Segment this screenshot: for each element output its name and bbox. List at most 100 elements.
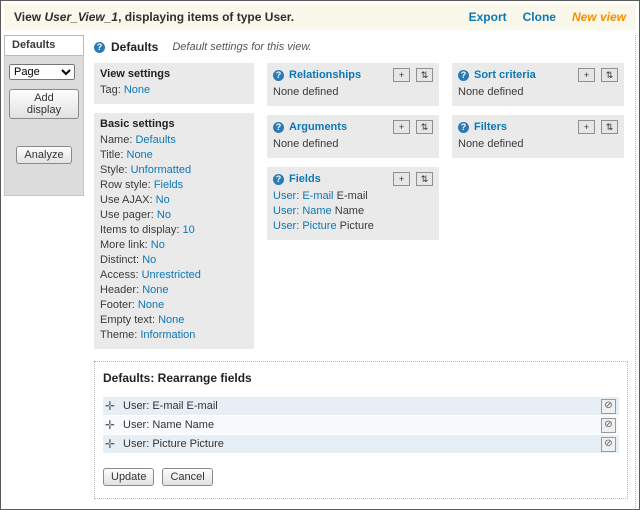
- setting-value-link[interactable]: No: [151, 239, 165, 251]
- empty-text: None defined: [458, 138, 524, 150]
- field-label: E-mail: [336, 190, 368, 202]
- setting-row: Theme: Information: [100, 328, 248, 343]
- help-icon[interactable]: ?: [273, 121, 284, 133]
- rearrange-fields-section: Defaults: Rearrange fields ✛ User: E-mai…: [94, 361, 628, 499]
- rearrange-sorts-button[interactable]: ⇅: [601, 68, 618, 82]
- setting-value-link[interactable]: No: [157, 209, 171, 221]
- rearrange-filters-button[interactable]: ⇅: [601, 120, 618, 134]
- drag-handle-icon[interactable]: ✛: [105, 399, 123, 413]
- filters-title-link[interactable]: Filters: [474, 121, 507, 133]
- tag-setting: Tag: None: [100, 83, 248, 98]
- setting-value-link[interactable]: Information: [140, 329, 195, 341]
- add-sort-button[interactable]: +: [578, 68, 595, 82]
- setting-value-link[interactable]: Defaults: [135, 134, 175, 146]
- display-controls-panel: Page Add display Analyze: [4, 56, 84, 196]
- rearrange-fields-button[interactable]: ⇅: [416, 172, 433, 186]
- settings-grid: View settings Tag: None Basic settings N…: [94, 63, 628, 358]
- relationships-title-link[interactable]: Relationships: [289, 69, 361, 81]
- basic-settings-title: Basic settings: [100, 118, 175, 130]
- help-icon[interactable]: ?: [458, 121, 469, 133]
- drag-handle-icon[interactable]: ✛: [105, 418, 123, 432]
- setting-value-link[interactable]: No: [142, 254, 156, 266]
- setting-row: Empty text: None: [100, 313, 248, 328]
- field-item: User: Name Name: [273, 204, 433, 219]
- remove-field-icon[interactable]: ⊘: [601, 398, 616, 414]
- setting-row: Use AJAX: No: [100, 193, 248, 208]
- setting-row: Items to display: 10: [100, 223, 248, 238]
- view-name: User_View_1: [44, 10, 119, 24]
- field-item: User: E-mail E-mail: [273, 189, 433, 204]
- settings-column-2: ? Relationships + ⇅ None defined ? Argume…: [267, 63, 439, 249]
- views-admin-page: View User_View_1, displaying items of ty…: [0, 0, 640, 510]
- rearrange-row-label: User: E-mail E-mail: [123, 400, 218, 412]
- setting-value-link[interactable]: Unrestricted: [142, 269, 201, 281]
- display-title: Defaults: [111, 40, 159, 54]
- display-type-select[interactable]: Page: [9, 64, 75, 80]
- empty-text: None defined: [273, 138, 339, 150]
- update-button[interactable]: Update: [103, 468, 155, 486]
- setting-value-link[interactable]: Fields: [154, 179, 183, 191]
- form-actions: Update Cancel: [103, 468, 619, 486]
- content-area: Defaults Page Add display Analyze ? Defa…: [4, 35, 636, 509]
- tab-defaults[interactable]: Defaults: [4, 35, 84, 56]
- arguments-box: ? Arguments + ⇅ None defined: [267, 115, 439, 158]
- help-icon[interactable]: ?: [458, 69, 469, 81]
- tag-value-link[interactable]: None: [124, 84, 150, 96]
- drag-handle-icon[interactable]: ✛: [105, 437, 123, 451]
- setting-row: Style: Unformatted: [100, 163, 248, 178]
- cancel-button[interactable]: Cancel: [162, 468, 213, 486]
- remove-field-icon[interactable]: ⊘: [601, 417, 616, 433]
- help-icon[interactable]: ?: [273, 69, 284, 81]
- field-label: Name: [334, 205, 365, 217]
- rearrange-title: Defaults: Rearrange fields: [103, 371, 252, 385]
- add-argument-button[interactable]: +: [393, 120, 410, 134]
- setting-value-link[interactable]: None: [138, 299, 164, 311]
- help-icon[interactable]: ?: [273, 173, 284, 185]
- setting-label: Theme:: [100, 329, 138, 341]
- rearrange-row-label: User: Picture Picture: [123, 438, 224, 450]
- setting-label: Style:: [100, 164, 128, 176]
- view-settings-box: View settings Tag: None: [94, 63, 254, 104]
- view-title-prefix: View: [14, 10, 45, 24]
- setting-value-link[interactable]: None: [158, 314, 184, 326]
- setting-value-link[interactable]: None: [127, 149, 153, 161]
- setting-label: Header:: [100, 284, 140, 296]
- settings-column-1: View settings Tag: None Basic settings N…: [94, 63, 254, 358]
- setting-value-link[interactable]: No: [156, 194, 170, 206]
- add-relationship-button[interactable]: +: [393, 68, 410, 82]
- analyze-button[interactable]: Analyze: [16, 146, 72, 164]
- view-title-suffix: , displaying items of type User.: [118, 10, 295, 24]
- add-field-button[interactable]: +: [393, 172, 410, 186]
- setting-label: Footer:: [100, 299, 135, 311]
- display-title-row: ? Defaults Default settings for this vie…: [94, 40, 628, 54]
- setting-value-link[interactable]: None: [142, 284, 168, 296]
- help-icon[interactable]: ?: [94, 41, 105, 53]
- setting-value-link[interactable]: Unformatted: [131, 164, 192, 176]
- setting-label: Items to display:: [100, 224, 180, 236]
- setting-row: Distinct: No: [100, 253, 248, 268]
- new-view-link[interactable]: New view: [572, 10, 626, 24]
- setting-label: Empty text:: [100, 314, 156, 326]
- add-filter-button[interactable]: +: [578, 120, 595, 134]
- clone-link[interactable]: Clone: [523, 10, 556, 24]
- field-link[interactable]: User: Picture: [273, 220, 337, 232]
- rearrange-row: ✛ User: E-mail E-mail ⊘: [103, 397, 619, 415]
- add-display-button[interactable]: Add display: [9, 89, 79, 119]
- setting-label: More link:: [100, 239, 148, 251]
- basic-settings-header: Basic settings: [100, 118, 248, 130]
- field-link[interactable]: User: E-mail: [273, 190, 334, 202]
- empty-text: None defined: [273, 86, 339, 98]
- export-link[interactable]: Export: [469, 10, 507, 24]
- arguments-title-link[interactable]: Arguments: [289, 121, 347, 133]
- rearrange-arguments-button[interactable]: ⇅: [416, 120, 433, 134]
- setting-label: Access:: [100, 269, 139, 281]
- setting-value-link[interactable]: 10: [183, 224, 195, 236]
- setting-row: Row style: Fields: [100, 178, 248, 193]
- rearrange-relationships-button[interactable]: ⇅: [416, 68, 433, 82]
- remove-field-icon[interactable]: ⊘: [601, 436, 616, 452]
- fields-title-link[interactable]: Fields: [289, 173, 321, 185]
- setting-label: Use AJAX:: [100, 194, 153, 206]
- view-header: View User_View_1, displaying items of ty…: [4, 4, 636, 30]
- field-link[interactable]: User: Name: [273, 205, 332, 217]
- sort-criteria-title-link[interactable]: Sort criteria: [474, 69, 536, 81]
